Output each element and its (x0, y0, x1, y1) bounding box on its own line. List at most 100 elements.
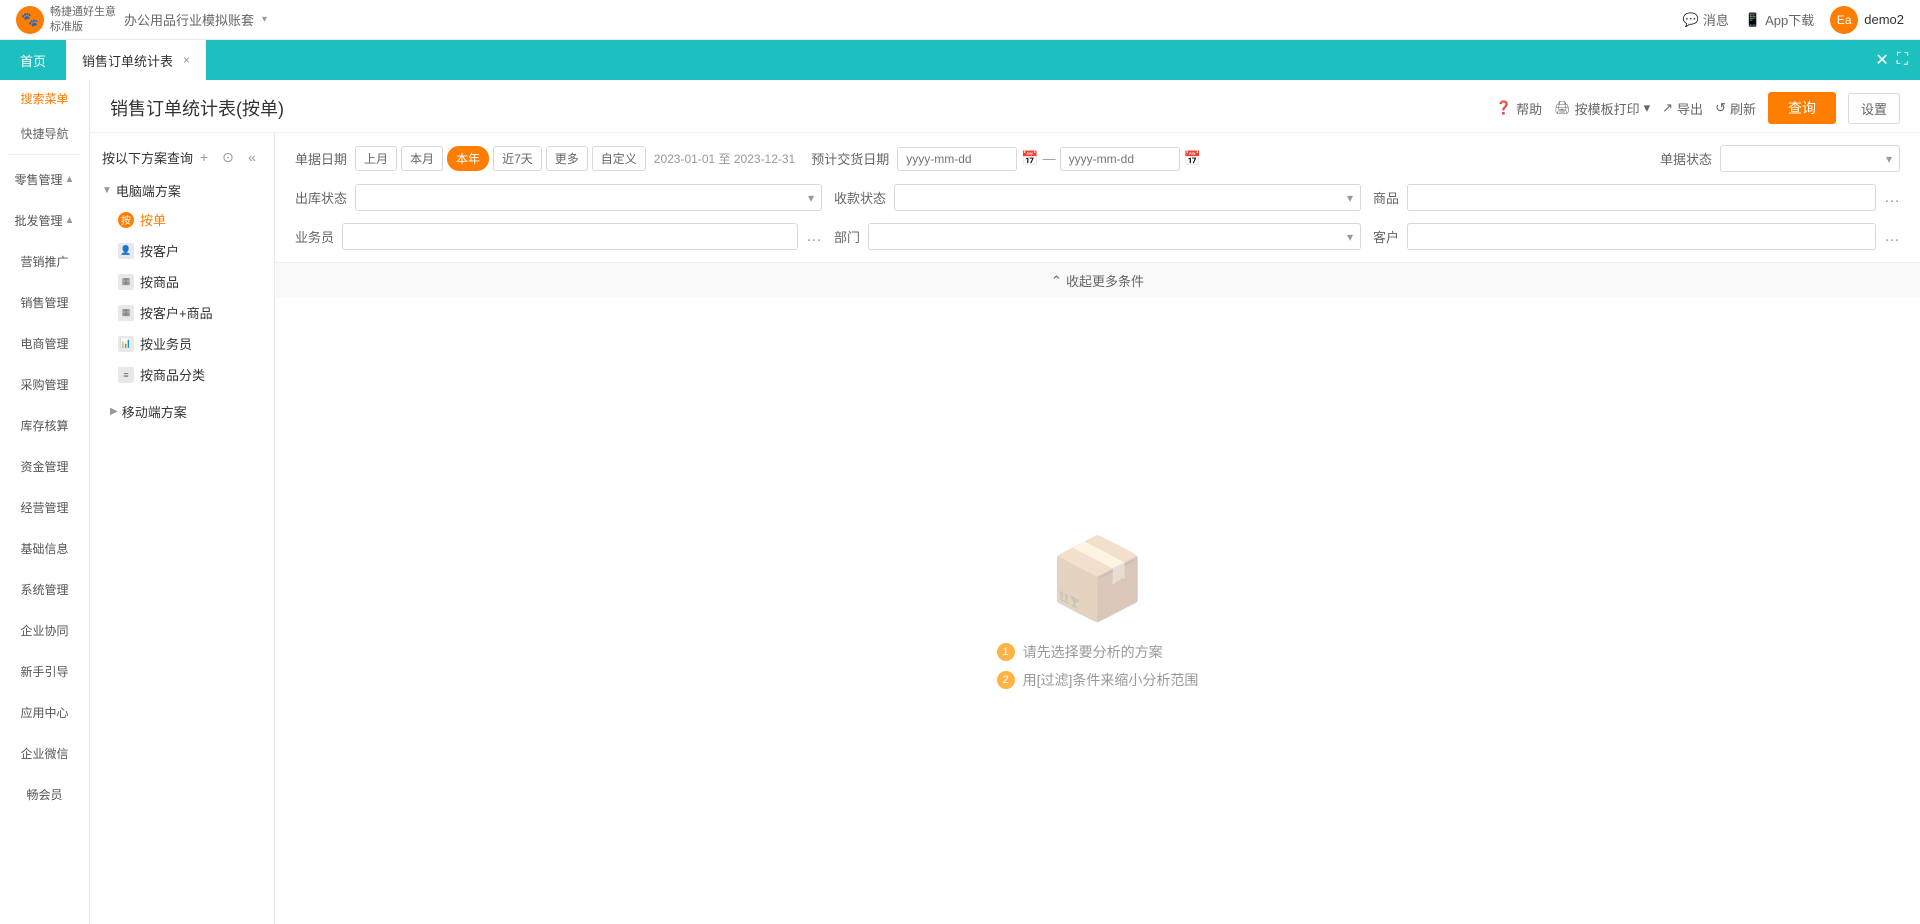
sidebar-item-system[interactable]: 系统管理 (0, 569, 89, 610)
filter-ship-status: 出库状态 (295, 184, 822, 211)
sidebar-search[interactable]: 搜索菜单 (0, 80, 89, 117)
customer-input[interactable] (1407, 223, 1876, 250)
scheme-item-by-salesperson[interactable]: 📊 按业务员 (90, 328, 274, 359)
salesperson-more-icon[interactable]: … (806, 228, 822, 246)
sidebar-item-basic[interactable]: 基础信息 (0, 528, 89, 569)
more-date-btn[interactable]: 更多 (546, 146, 588, 171)
sidebar-item-sales[interactable]: 销售管理 (0, 282, 89, 323)
prev-month-btn[interactable]: 上月 (355, 146, 397, 171)
scheme-item-by-category[interactable]: ≡ 按商品分类 (90, 359, 274, 390)
ship-status-wrap (355, 184, 822, 211)
department-select[interactable] (868, 223, 1361, 250)
tab-fullscreen-button[interactable]: ⛶ (1897, 51, 1908, 69)
app-title: 办公用品行业模拟账套 (124, 10, 254, 29)
tab-bar: 首页 销售订单统计表 × ✕ ⛶ (0, 40, 1920, 80)
user-profile[interactable]: Ea demo2 (1830, 6, 1904, 34)
collapse-panel-button[interactable]: « (242, 147, 262, 167)
panel-title: 按以下方案查询 (102, 148, 193, 167)
settings-button[interactable]: 设置 (1848, 93, 1900, 124)
help-icon: ❓ (1496, 100, 1512, 116)
sidebar-item-marketing[interactable]: 营销推广 (0, 241, 89, 282)
filter-salesperson: 业务员 … (295, 223, 822, 250)
print-dropdown-icon[interactable]: ▾ (1644, 100, 1651, 116)
app-dropdown-icon[interactable]: ▾ (262, 14, 267, 25)
top-bar: 🐾 畅捷通好生意 标准版 办公用品行业模拟账套 ▾ 💬 消息 📱 App下载 E… (0, 0, 1920, 40)
filter-expected-date: 预计交货日期 📅 — 📅 (811, 147, 1201, 171)
scheme-icon-by-salesperson: 📊 (118, 336, 134, 352)
sidebar-item-purchase[interactable]: 采购管理 (0, 364, 89, 405)
custom-date-btn[interactable]: 自定义 (592, 146, 646, 171)
sidebar-divider (8, 154, 81, 155)
filter-row-3: 业务员 … 部门 (295, 223, 1900, 250)
top-bar-left: 🐾 畅捷通好生意 标准版 办公用品行业模拟账套 ▾ (16, 5, 267, 34)
scheme-item-by-order[interactable]: 按 按单 (90, 204, 274, 235)
help-button[interactable]: ❓ 帮助 (1496, 99, 1542, 118)
tab-active[interactable]: 销售订单统计表 × (66, 40, 206, 80)
add-scheme-button[interactable]: + (194, 147, 214, 167)
scheme-icon-by-category: ≡ (118, 367, 134, 383)
salesperson-input[interactable] (342, 223, 798, 250)
mobile-scheme-group-header[interactable]: ▶ 移动端方案 (90, 398, 274, 425)
refresh-button[interactable]: ↺ 刷新 (1715, 99, 1756, 118)
sidebar-nav[interactable]: 快捷导航 (0, 117, 89, 150)
sidebar-item-ecommerce[interactable]: 电商管理 (0, 323, 89, 364)
curr-month-btn[interactable]: 本月 (401, 146, 443, 171)
scheme-item-by-customer-product[interactable]: ▦ 按客户+商品 (90, 297, 274, 328)
customer-more-icon[interactable]: … (1884, 228, 1900, 246)
product-input[interactable] (1407, 184, 1876, 211)
query-button[interactable]: 查询 (1768, 92, 1836, 124)
date-separator: — (1043, 151, 1056, 166)
doc-status-select[interactable] (1720, 145, 1900, 172)
sidebar-item-wholesale[interactable]: 批发管理 ▲ (0, 200, 89, 241)
scheme-item-by-customer[interactable]: 👤 按客户 (90, 235, 274, 266)
payment-status-select[interactable] (894, 184, 1361, 211)
pc-scheme-group-header[interactable]: ▼ 电脑端方案 (90, 177, 274, 204)
tab-close-button[interactable]: ✕ (1875, 50, 1888, 70)
expected-date-end[interactable] (1060, 147, 1180, 171)
pc-scheme-group: ▼ 电脑端方案 按 按单 👤 按客户 ▦ 按商品 (90, 173, 274, 394)
collapse-bar[interactable]: ⌃ 收起更多条件 (275, 262, 1920, 298)
scheme-icon-by-customer: 👤 (118, 243, 134, 259)
sidebar-item-wechat[interactable]: 企业微信 (0, 733, 89, 774)
payment-status-wrap (894, 184, 1361, 211)
sidebar-item-inventory[interactable]: 库存核算 (0, 405, 89, 446)
tip-num-1: 1 (997, 643, 1015, 661)
calendar-icon-start[interactable]: 📅 (1021, 150, 1038, 167)
sidebar-item-retail[interactable]: 零售管理 ▲ (0, 159, 89, 200)
print-icon: 🖨 (1554, 100, 1571, 116)
salesperson-label: 业务员 (295, 227, 334, 246)
sidebar-item-appcenter[interactable]: 应用中心 (0, 692, 89, 733)
ship-status-label: 出库状态 (295, 188, 347, 207)
collapse-button[interactable]: ⌃ 收起更多条件 (1051, 271, 1144, 290)
sidebar-item-newbie[interactable]: 新手引导 (0, 651, 89, 692)
date-range-display: 2023-01-01 至 2023-12-31 (654, 150, 795, 167)
ship-status-select[interactable] (355, 184, 822, 211)
scheme-settings-button[interactable]: ⊙ (218, 147, 238, 167)
export-button[interactable]: ↗ 导出 (1662, 99, 1703, 118)
page-header: 销售订单统计表(按单) ❓ 帮助 🖨 按模板打印 ▾ ↗ 导出 ↺ 刷新 (90, 80, 1920, 133)
filter-row-2: 出库状态 收款状态 (295, 184, 1900, 211)
calendar-icon-end[interactable]: 📅 (1184, 150, 1201, 167)
filter-row-1: 单据日期 上月 本月 本年 近7天 更多 自定义 2023-01-01 至 20… (295, 145, 1900, 172)
expected-date-start[interactable] (897, 147, 1017, 171)
7days-btn[interactable]: 近7天 (493, 146, 542, 171)
tab-close-icon[interactable]: × (183, 53, 190, 67)
filter-area: 单据日期 上月 本月 本年 近7天 更多 自定义 2023-01-01 至 20… (275, 133, 1920, 262)
this-year-btn[interactable]: 本年 (447, 146, 489, 171)
top-bar-right: 💬 消息 📱 App下载 Ea demo2 (1683, 6, 1904, 34)
sidebar-item-enterprise[interactable]: 企业协同 (0, 610, 89, 651)
sidebar-item-finance[interactable]: 资金管理 (0, 446, 89, 487)
sidebar-item-member[interactable]: 畅会员 (0, 774, 89, 815)
payment-status-label: 收款状态 (834, 188, 886, 207)
empty-tip-1: 1 请先选择要分析的方案 (997, 642, 1199, 662)
print-button[interactable]: 🖨 按模板打印 ▾ (1554, 99, 1650, 118)
app-download-button[interactable]: 📱 App下载 (1745, 10, 1814, 29)
filter-doc-status: 单据状态 (1660, 145, 1900, 172)
mobile-scheme-group-label: 移动端方案 (122, 402, 187, 421)
sidebar-item-operation[interactable]: 经营管理 (0, 487, 89, 528)
product-more-icon[interactable]: … (1884, 189, 1900, 207)
scheme-item-by-product[interactable]: ▦ 按商品 (90, 266, 274, 297)
message-button[interactable]: 💬 消息 (1683, 10, 1729, 29)
tab-home[interactable]: 首页 (0, 40, 66, 80)
department-label: 部门 (834, 227, 860, 246)
